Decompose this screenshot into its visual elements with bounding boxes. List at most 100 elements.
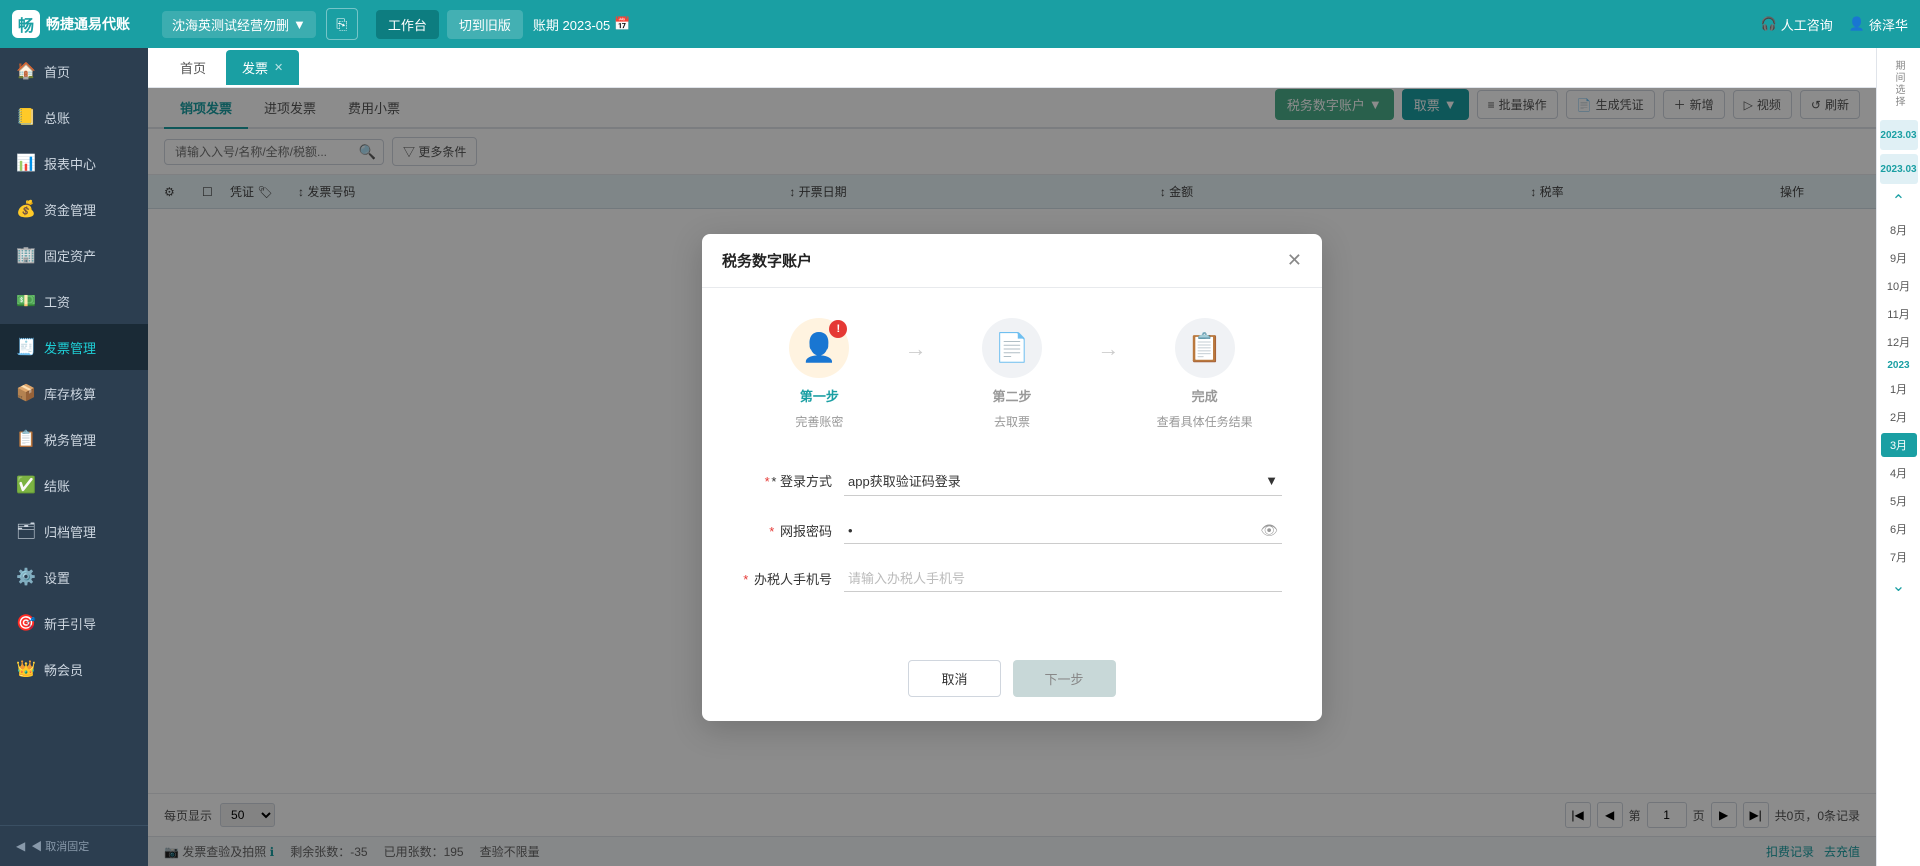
tab-home[interactable]: 首页 — [164, 50, 222, 85]
collapse-label: ◀ 取消固定 — [31, 838, 89, 854]
scroll-up-icon[interactable]: ⌃ — [1877, 188, 1920, 214]
user-link[interactable]: 👤 徐泽华 — [1849, 15, 1908, 34]
login-method-select[interactable]: app获取验证码登录 ▼ — [844, 466, 1282, 496]
workbench-button[interactable]: 工作台 — [376, 10, 439, 39]
sidebar-label-vip: 畅会员 — [44, 660, 83, 679]
month-6[interactable]: 6月 — [1881, 517, 1917, 541]
sidebar-label-report: 报表中心 — [44, 154, 96, 173]
tab-invoice[interactable]: 发票 ✕ — [226, 50, 299, 85]
sidebar-item-fixed[interactable]: 🏢 固定资产 — [0, 232, 148, 278]
sidebar-item-settings[interactable]: ⚙️ 设置 — [0, 554, 148, 600]
step-2-icon: 📄 — [982, 318, 1042, 378]
sidebar-item-invoice[interactable]: 🧾 发票管理 — [0, 324, 148, 370]
guide-icon: 🎯 — [16, 613, 36, 633]
switch-version-button[interactable]: 切到旧版 — [447, 10, 523, 39]
sidebar-item-inventory[interactable]: 📦 库存核算 — [0, 370, 148, 416]
month-1[interactable]: 1月 — [1881, 377, 1917, 401]
password-label: * 网报密码 — [742, 521, 832, 540]
step-3-label: 完成 — [1192, 386, 1218, 405]
month-5[interactable]: 5月 — [1881, 489, 1917, 513]
sidebar-item-settle[interactable]: ✅ 结账 — [0, 462, 148, 508]
home-icon: 🏠 — [16, 61, 36, 81]
sidebar-label-invoice: 发票管理 — [44, 338, 96, 357]
tab-home-label: 首页 — [180, 58, 206, 77]
month-10[interactable]: 10月 — [1881, 274, 1917, 298]
sidebar-label-inventory: 库存核算 — [44, 384, 96, 403]
sidebar-item-capital[interactable]: 💰 资金管理 — [0, 186, 148, 232]
month-4[interactable]: 4月 — [1881, 461, 1917, 485]
sidebar-item-vip[interactable]: 👑 畅会员 — [0, 646, 148, 692]
topbar-right: 🎧 人工咨询 👤 徐泽华 — [1761, 15, 1908, 34]
month-8[interactable]: 8月 — [1881, 218, 1917, 242]
modal-title: 税务数字账户 — [722, 250, 812, 271]
period-display: 账期 2023-05 📅 — [533, 15, 631, 34]
step-1-badge: ! — [829, 320, 847, 338]
page-content: 销项发票 进项发票 费用小票 税务数字账户 ▼ 取票 ▼ — [148, 88, 1876, 866]
sidebar: 🏠 首页 📒 总账 📊 报表中心 💰 资金管理 🏢 固定资产 💵 工资 🧾 发票… — [0, 48, 148, 866]
copy-icon-btn[interactable]: ⎘ — [326, 8, 358, 40]
settings-icon: ⚙️ — [16, 567, 36, 587]
period-end[interactable]: 2023.03 — [1880, 154, 1918, 184]
sidebar-item-report[interactable]: 📊 报表中心 — [0, 140, 148, 186]
password-wrapper: 👁 — [844, 518, 1282, 544]
topbar: 畅 畅捷通易代账 沈海英测试经营勿删 ▼ ⎘ 工作台 切到旧版 账期 2023-… — [0, 0, 1920, 48]
month-12[interactable]: 12月 — [1881, 330, 1917, 354]
step-1-desc: 完善账密 — [795, 413, 843, 430]
vip-icon: 👑 — [16, 659, 36, 679]
settle-icon: ✅ — [16, 475, 36, 495]
modal-close-button[interactable]: ✕ — [1287, 251, 1302, 269]
headset-icon: 🎧 — [1761, 16, 1777, 32]
month-3[interactable]: 3月 — [1881, 433, 1917, 457]
app-name: 畅捷通易代账 — [46, 14, 130, 34]
sidebar-label-payroll: 工资 — [44, 292, 70, 311]
next-button[interactable]: 下一步 — [1013, 660, 1116, 697]
month-2[interactable]: 2月 — [1881, 405, 1917, 429]
period-text: 账期 2023-05 — [533, 15, 610, 34]
report-icon: 📊 — [16, 153, 36, 173]
modal-body: 👤 ! 第一步 完善账密 → 📄 — [702, 288, 1322, 644]
payroll-icon: 💵 — [16, 291, 36, 311]
month-11[interactable]: 11月 — [1881, 302, 1917, 326]
tab-invoice-label: 发票 — [242, 58, 268, 77]
step-3: 📋 完成 查看具体任务结果 — [1127, 318, 1282, 430]
password-input[interactable] — [844, 518, 1256, 543]
sidebar-label-guide: 新手引导 — [44, 614, 96, 633]
scroll-down-icon[interactable]: ⌄ — [1877, 573, 1920, 599]
support-label: 人工咨询 — [1781, 15, 1833, 34]
period-select-label: 期间选择 — [1891, 56, 1906, 116]
form-row-password: * 网报密码 👁 — [742, 518, 1282, 544]
phone-input[interactable] — [844, 566, 1282, 592]
steps: 👤 ! 第一步 完善账密 → 📄 — [742, 318, 1282, 430]
support-link[interactable]: 🎧 人工咨询 — [1761, 15, 1833, 34]
archive-icon: 🗂 — [16, 521, 36, 541]
sidebar-item-tax[interactable]: 📋 税务管理 — [0, 416, 148, 462]
step-3-icon-glyph: 📋 — [1187, 331, 1222, 364]
modal-footer: 取消 下一步 — [702, 644, 1322, 721]
step-1-label: 第一步 — [800, 386, 839, 405]
month-9[interactable]: 9月 — [1881, 246, 1917, 270]
sidebar-label-ledger: 总账 — [44, 108, 70, 127]
form-row-phone: * 办税人手机号 — [742, 566, 1282, 592]
step-3-icon: 📋 — [1175, 318, 1235, 378]
sidebar-label-fixed: 固定资产 — [44, 246, 96, 265]
calendar-icon: 📅 — [614, 16, 630, 32]
sidebar-item-home[interactable]: 🏠 首页 — [0, 48, 148, 94]
tab-invoice-close[interactable]: ✕ — [274, 61, 283, 74]
company-selector[interactable]: 沈海英测试经营勿删 ▼ — [162, 11, 316, 38]
sidebar-item-guide[interactable]: 🎯 新手引导 — [0, 600, 148, 646]
login-method-label: * * 登录方式 — [742, 471, 832, 490]
step-2-desc: 去取票 — [994, 413, 1030, 430]
eye-icon[interactable]: 👁 — [1256, 522, 1282, 539]
sidebar-item-ledger[interactable]: 📒 总账 — [0, 94, 148, 140]
cancel-button[interactable]: 取消 — [908, 660, 1000, 697]
modal-overlay: 税务数字账户 ✕ 👤 ! — [148, 88, 1876, 866]
sidebar-item-archive[interactable]: 🗂 归档管理 — [0, 508, 148, 554]
step-1-icon: 👤 ! — [789, 318, 849, 378]
step-1: 👤 ! 第一步 完善账密 — [742, 318, 897, 430]
period-start[interactable]: 2023.03 — [1880, 120, 1918, 150]
content-area: 首页 发票 ✕ 销项发票 进项发票 费用小票 — [148, 48, 1876, 866]
modal-header: 税务数字账户 ✕ — [702, 234, 1322, 288]
sidebar-item-payroll[interactable]: 💵 工资 — [0, 278, 148, 324]
sidebar-collapse-button[interactable]: ◀ ◀ 取消固定 — [0, 825, 148, 866]
month-7[interactable]: 7月 — [1881, 545, 1917, 569]
